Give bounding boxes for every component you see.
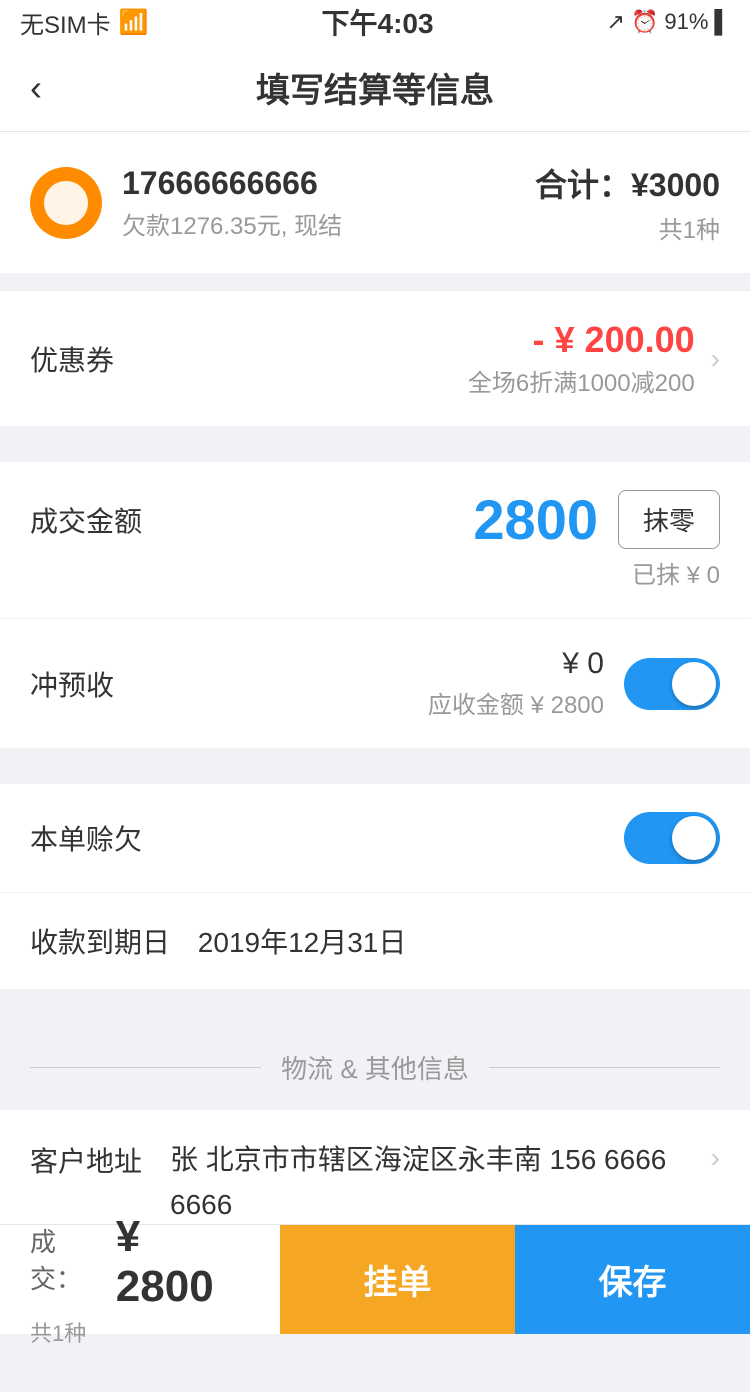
- location-icon: ↗: [607, 9, 625, 35]
- battery-icon: ▌: [714, 9, 730, 35]
- status-bar: 无SIM卡 📶 下午4:03 ↗ ⏰ 91% ▌: [0, 0, 750, 44]
- footer: 成交： ¥ 2800 共1种 挂单 保存: [0, 1224, 750, 1334]
- prepay-amount-group: ¥ 0 应收金额 ¥ 2800: [428, 647, 604, 720]
- page-title: 填写结算等信息: [256, 63, 494, 112]
- divider-2: [0, 764, 750, 784]
- status-right: ↗ ⏰ 91% ▌: [607, 9, 730, 35]
- prepay-label: 冲预收: [30, 664, 114, 704]
- prepay-section: 冲预收 ¥ 0 应收金额 ¥ 2800: [0, 618, 750, 748]
- deal-right: 2800 抹零: [473, 490, 720, 549]
- credit-label: 本单赊欠: [30, 818, 142, 858]
- header-line-right: [489, 1067, 720, 1068]
- no-sim-label: 无SIM卡: [20, 5, 111, 40]
- customer-card: 17666666666 欠款1276.35元, 现结 合计：¥3000 共1种: [0, 132, 750, 273]
- toggle-knob: [672, 662, 716, 706]
- deal-amount-value: 2800: [473, 492, 598, 548]
- footer-deal: 成交： ¥ 2800: [30, 1212, 250, 1312]
- duedate-section: 收款到期日 2019年12月31日: [0, 892, 750, 989]
- credit-toggle-knob: [672, 816, 716, 860]
- avatar: [30, 167, 102, 239]
- logistics-label: 物流 & 其他信息: [261, 1049, 489, 1086]
- deal-sub: 已抹 ¥ 0: [30, 555, 720, 590]
- address-label: 客户地址: [30, 1138, 170, 1180]
- divider-3: [0, 1005, 750, 1025]
- status-left: 无SIM卡 📶: [20, 5, 149, 40]
- customer-sub: 欠款1276.35元, 现结: [122, 206, 535, 241]
- total-amount: 合计：¥3000: [535, 160, 720, 206]
- footer-info: 成交： ¥ 2800 共1种: [0, 1212, 280, 1348]
- coupon-label: 优惠券: [30, 339, 114, 379]
- address-chevron-icon: ›: [711, 1138, 720, 1174]
- deal-amount-label: 成交金额: [30, 500, 142, 540]
- credit-card: 本单赊欠 收款到期日 2019年12月31日: [0, 784, 750, 989]
- footer-deal-amount: ¥ 2800: [116, 1212, 250, 1312]
- logistics-section-header: 物流 & 其他信息: [0, 1025, 750, 1110]
- deal-section: 成交金额 2800 抹零 已抹 ¥ 0: [0, 462, 750, 618]
- battery-label: 91%: [664, 9, 708, 35]
- duedate-value: 2019年12月31日: [198, 927, 407, 958]
- back-button[interactable]: ‹: [30, 67, 42, 109]
- coupon-chevron-icon: ›: [711, 343, 720, 375]
- deal-row: 成交金额 2800 抹零: [30, 490, 720, 549]
- prepay-amount: ¥ 0: [428, 647, 604, 681]
- coupon-value: - ¥ 200.00: [533, 319, 695, 361]
- credit-row: 本单赊欠: [30, 812, 720, 864]
- status-time: 下午4:03: [322, 2, 434, 42]
- customer-info: 17666666666 欠款1276.35元, 现结: [122, 165, 535, 241]
- prepay-sub: 应收金额 ¥ 2800: [428, 685, 604, 720]
- coupon-right: - ¥ 200.00 全场6折满1000减200: [114, 319, 695, 398]
- customer-row: 17666666666 欠款1276.35元, 现结 合计：¥3000 共1种: [0, 132, 750, 273]
- avatar-person-icon: [44, 181, 88, 225]
- nav-bar: ‹ 填写结算等信息: [0, 44, 750, 132]
- credit-section: 本单赊欠: [0, 784, 750, 892]
- prepay-row: 冲预收 ¥ 0 应收金额 ¥ 2800: [30, 647, 720, 720]
- deal-amount-card: 成交金额 2800 抹零 已抹 ¥ 0 冲预收 ¥ 0 应收金额 ¥ 2800: [0, 462, 750, 748]
- coupon-sub: 全场6折满1000减200: [468, 363, 695, 398]
- footer-deal-label: 成交：: [30, 1222, 108, 1296]
- customer-phone: 17666666666: [122, 165, 535, 202]
- wifi-icon: 📶: [119, 8, 149, 37]
- coupon-card[interactable]: 优惠券 - ¥ 200.00 全场6折满1000减200 ›: [0, 289, 750, 426]
- round-off-button[interactable]: 抹零: [618, 490, 720, 549]
- credit-toggle[interactable]: [624, 812, 720, 864]
- divider-1: [0, 442, 750, 462]
- header-line-left: [30, 1067, 261, 1068]
- prepay-right: ¥ 0 应收金额 ¥ 2800: [428, 647, 720, 720]
- prepay-toggle[interactable]: [624, 658, 720, 710]
- coupon-row[interactable]: 优惠券 - ¥ 200.00 全场6折满1000减200 ›: [0, 290, 750, 426]
- customer-total: 合计：¥3000 共1种: [535, 160, 720, 245]
- hang-order-button[interactable]: 挂单: [280, 1225, 515, 1334]
- alarm-icon: ⏰: [631, 9, 658, 35]
- duedate-label: 收款到期日: [30, 927, 170, 958]
- total-sub: 共1种: [535, 210, 720, 245]
- save-button[interactable]: 保存: [515, 1225, 750, 1334]
